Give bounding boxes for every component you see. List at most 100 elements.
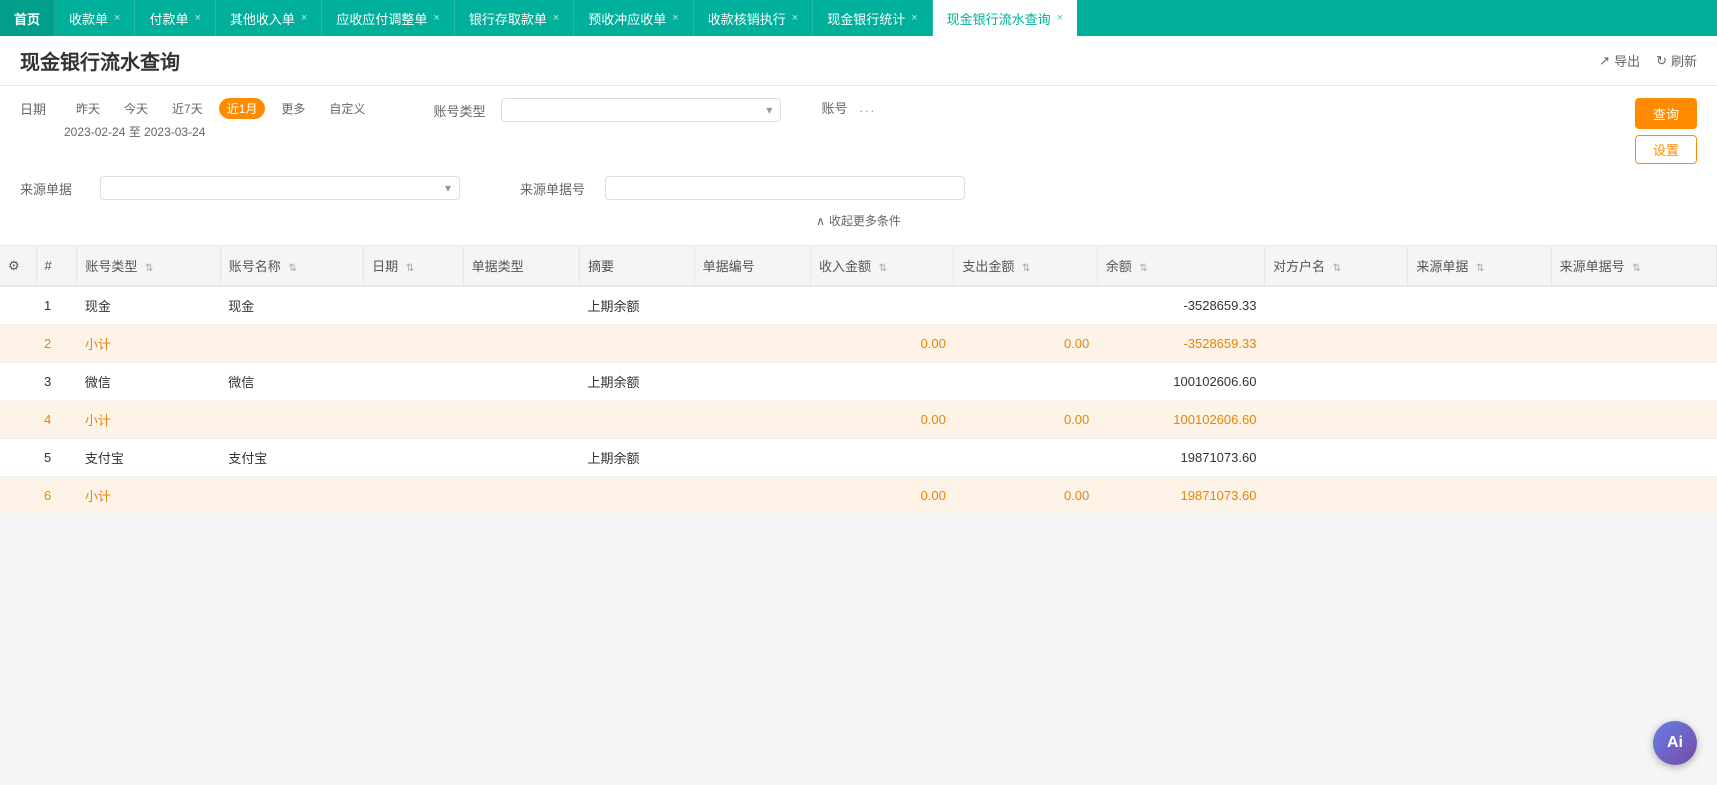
- cell-doc-type: [463, 439, 579, 477]
- nav-item-ar-ap-adjust[interactable]: 应收应付调整单 ×: [322, 0, 454, 36]
- cell-source-doc: [1408, 286, 1551, 325]
- cell-date: [364, 363, 464, 401]
- cell-source-doc: [1408, 401, 1551, 439]
- account-label: 账号: [821, 98, 851, 117]
- cell-no: 5: [36, 439, 77, 477]
- date-btn-today[interactable]: 今天: [116, 98, 156, 119]
- refresh-icon: ↻: [1656, 53, 1667, 69]
- th-summary: 摘要: [579, 246, 694, 286]
- cell-doc-type: [463, 286, 579, 325]
- cell-doc-type: [463, 477, 579, 515]
- table-row: 4小计0.000.00100102606.60: [0, 401, 1717, 439]
- th-account-name[interactable]: 账号名称 ⇅: [220, 246, 363, 286]
- nav-ar-ap-close[interactable]: ×: [433, 12, 439, 24]
- export-icon: ↗: [1599, 53, 1610, 69]
- date-btn-7days[interactable]: 近7天: [164, 98, 211, 119]
- nav-item-receipt-verify[interactable]: 收款核销执行 ×: [694, 0, 813, 36]
- nav-item-cash-stats[interactable]: 现金银行统计 ×: [813, 0, 932, 36]
- cell-expense: 0.00: [954, 477, 1097, 515]
- nav-item-other-income[interactable]: 其他收入单 ×: [216, 0, 322, 36]
- nav-payments-close[interactable]: ×: [194, 12, 200, 24]
- nav-cash-stats-close[interactable]: ×: [911, 12, 917, 24]
- th-date[interactable]: 日期 ⇅: [364, 246, 464, 286]
- cell-account-type: 小计: [77, 325, 220, 363]
- date-btn-yesterday[interactable]: 昨天: [68, 98, 108, 119]
- cell-summary: 上期余额: [579, 363, 694, 401]
- table-header-row: ⚙ # 账号类型 ⇅ 账号名称 ⇅ 日期 ⇅ 单据类型 摘要 单据编号 收入金额…: [0, 246, 1717, 286]
- source-doc-chevron: ▾: [445, 181, 451, 195]
- cell-balance: -3528659.33: [1097, 325, 1264, 363]
- table-body: 1现金现金上期余额-3528659.332小计0.000.00-3528659.…: [0, 286, 1717, 515]
- account-type-select[interactable]: ▾: [501, 98, 781, 122]
- nav-item-home[interactable]: 首页: [0, 0, 55, 36]
- th-doc-no: 单据编号: [694, 246, 810, 286]
- cell-expense: [954, 286, 1097, 325]
- cell-date: [364, 325, 464, 363]
- page-title: 现金银行流水查询: [20, 46, 180, 75]
- nav-receipts-close[interactable]: ×: [114, 12, 120, 24]
- th-doc-type: 单据类型: [463, 246, 579, 286]
- ai-assistant-button[interactable]: Ai: [1653, 721, 1697, 765]
- nav-cash-stats-label: 现金银行统计: [827, 9, 905, 28]
- th-gear[interactable]: ⚙: [0, 246, 36, 286]
- cell-no: 6: [36, 477, 77, 515]
- cell-doc-no: [694, 401, 810, 439]
- query-button[interactable]: 查询: [1635, 98, 1697, 129]
- date-btn-1month[interactable]: 近1月: [219, 98, 266, 119]
- nav-item-payments[interactable]: 付款单 ×: [135, 0, 215, 36]
- nav-prepay-label: 预收冲应收单: [588, 9, 666, 28]
- cell-gear: [0, 325, 36, 363]
- th-no: #: [36, 246, 77, 286]
- cell-doc-no: [694, 363, 810, 401]
- refresh-button[interactable]: ↻ 刷新: [1656, 51, 1697, 70]
- page-header: 现金银行流水查询 ↗ 导出 ↻ 刷新: [0, 36, 1717, 86]
- settings-button[interactable]: 设置: [1635, 135, 1697, 164]
- th-source-doc-no[interactable]: 来源单据号 ⇅: [1551, 246, 1716, 286]
- account-type-chevron: ▾: [766, 103, 772, 117]
- cell-no: 1: [36, 286, 77, 325]
- nav-cash-flow-close[interactable]: ×: [1057, 12, 1063, 24]
- nav-item-cash-flow-query[interactable]: 现金银行流水查询 ×: [933, 0, 1077, 36]
- th-counterpart[interactable]: 对方户名 ⇅: [1264, 246, 1407, 286]
- th-balance[interactable]: 余额 ⇅: [1097, 246, 1264, 286]
- table-row: 5支付宝支付宝上期余额19871073.60: [0, 439, 1717, 477]
- source-doc-no-input[interactable]: [605, 176, 965, 200]
- cell-date: [364, 477, 464, 515]
- source-doc-select[interactable]: ▾: [100, 176, 460, 200]
- cell-account-name: [220, 401, 363, 439]
- nav-item-receipts[interactable]: 收款单 ×: [55, 0, 135, 36]
- cell-counterpart: [1264, 363, 1407, 401]
- nav-other-income-close[interactable]: ×: [301, 12, 307, 24]
- date-btn-custom[interactable]: 自定义: [321, 98, 373, 119]
- cell-account-type: 小计: [77, 401, 220, 439]
- th-income[interactable]: 收入金额 ⇅: [811, 246, 954, 286]
- export-button[interactable]: ↗ 导出: [1599, 51, 1640, 70]
- nav-bank-deposit-close[interactable]: ×: [553, 12, 559, 24]
- source-doc-label: 来源单据: [20, 179, 80, 198]
- nav-item-prepay-offset[interactable]: 预收冲应收单 ×: [574, 0, 693, 36]
- cell-gear: [0, 401, 36, 439]
- cell-source-doc: [1408, 439, 1551, 477]
- th-expense[interactable]: 支出金额 ⇅: [954, 246, 1097, 286]
- action-buttons: 查询 设置: [1635, 98, 1697, 164]
- cell-income: 0.00: [811, 401, 954, 439]
- cell-date: [364, 401, 464, 439]
- cell-account-type: 现金: [77, 286, 220, 325]
- cell-summary: [579, 477, 694, 515]
- th-account-type[interactable]: 账号类型 ⇅: [77, 246, 220, 286]
- date-btn-more[interactable]: 更多: [273, 98, 313, 119]
- collapse-bar[interactable]: ∧ 收起更多条件: [20, 208, 1697, 233]
- cell-source-doc-no: [1551, 286, 1716, 325]
- account-input-dots[interactable]: ...: [859, 100, 876, 115]
- cell-income: 0.00: [811, 477, 954, 515]
- nav-prepay-close[interactable]: ×: [672, 12, 678, 24]
- th-source-doc[interactable]: 来源单据 ⇅: [1408, 246, 1551, 286]
- nav-item-bank-deposit[interactable]: 银行存取款单 ×: [455, 0, 574, 36]
- account-type-label: 账号类型: [433, 101, 493, 120]
- table-row: 2小计0.000.00-3528659.33: [0, 325, 1717, 363]
- nav-bank-deposit-label: 银行存取款单: [469, 9, 547, 28]
- cell-summary: [579, 325, 694, 363]
- collapse-label: 收起更多条件: [829, 212, 901, 229]
- cell-balance: 19871073.60: [1097, 477, 1264, 515]
- nav-receipt-verify-close[interactable]: ×: [792, 12, 798, 24]
